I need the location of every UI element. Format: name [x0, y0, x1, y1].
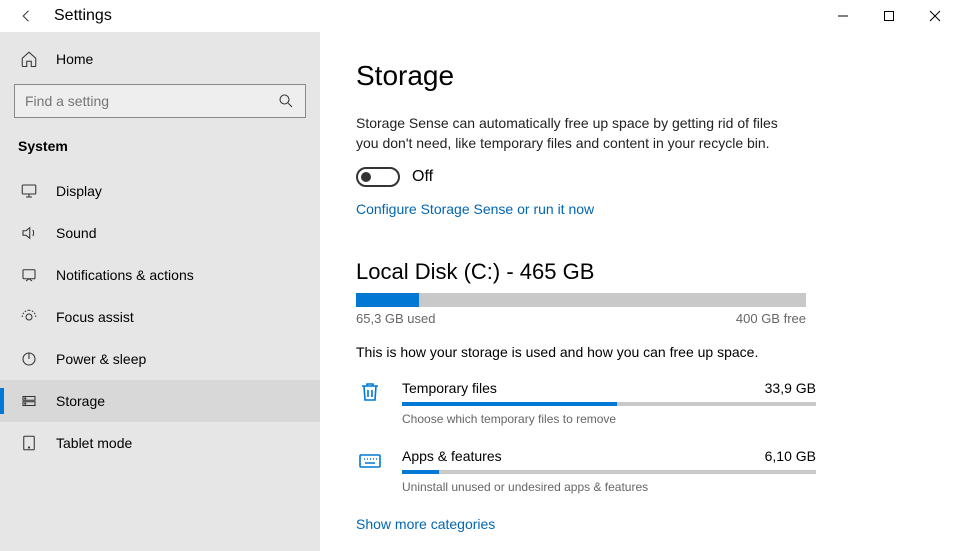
section-label: System: [0, 130, 320, 170]
home-nav[interactable]: Home: [0, 40, 320, 78]
storage-icon: [20, 392, 38, 410]
toggle-knob: [361, 172, 371, 182]
sidebar: Home System Display Sound Notifications …: [0, 32, 320, 551]
sidebar-item-sound[interactable]: Sound: [0, 212, 320, 254]
category-apps-features[interactable]: Apps & features 6,10 GB Uninstall unused…: [356, 448, 816, 494]
disk-title: Local Disk (C:) - 465 GB: [356, 259, 922, 285]
cat-sub: Uninstall unused or undesired apps & fea…: [402, 480, 816, 494]
notifications-icon: [20, 266, 38, 284]
disk-how: This is how your storage is used and how…: [356, 344, 922, 360]
cat-name: Temporary files: [402, 380, 497, 396]
sidebar-item-display[interactable]: Display: [0, 170, 320, 212]
sidebar-item-focus[interactable]: Focus assist: [0, 296, 320, 338]
power-icon: [20, 350, 38, 368]
nav-label: Storage: [56, 393, 105, 409]
cat-bar: [402, 402, 816, 406]
disk-free: 400 GB free: [736, 311, 806, 326]
cat-sub: Choose which temporary files to remove: [402, 412, 816, 426]
toggle-label: Off: [412, 168, 433, 186]
cat-size: 6,10 GB: [765, 448, 816, 464]
page-title: Storage: [356, 60, 922, 92]
storage-sense-desc: Storage Sense can automatically free up …: [356, 114, 796, 153]
trash-icon: [356, 380, 384, 426]
nav-label: Tablet mode: [56, 435, 132, 451]
cat-size: 33,9 GB: [765, 380, 816, 396]
focus-icon: [20, 308, 38, 326]
nav-label: Display: [56, 183, 102, 199]
minimize-button[interactable]: [820, 0, 866, 32]
tablet-icon: [20, 434, 38, 452]
configure-link[interactable]: Configure Storage Sense or run it now: [356, 201, 922, 217]
cat-bar: [402, 470, 816, 474]
disk-usage-fill: [356, 293, 419, 307]
nav-label: Focus assist: [56, 309, 134, 325]
search-input[interactable]: [14, 84, 306, 118]
show-more-link[interactable]: Show more categories: [356, 516, 922, 532]
sidebar-item-power[interactable]: Power & sleep: [0, 338, 320, 380]
nav-label: Sound: [56, 225, 96, 241]
home-icon: [20, 50, 38, 68]
window-title: Settings: [54, 7, 112, 25]
category-temporary-files[interactable]: Temporary files 33,9 GB Choose which tem…: [356, 380, 816, 426]
nav-label: Power & sleep: [56, 351, 146, 367]
close-button[interactable]: [912, 0, 958, 32]
titlebar: Settings: [0, 0, 958, 32]
sidebar-item-notifications[interactable]: Notifications & actions: [0, 254, 320, 296]
disk-used: 65,3 GB used: [356, 311, 436, 326]
nav-label: Notifications & actions: [56, 267, 194, 283]
sound-icon: [20, 224, 38, 242]
cat-name: Apps & features: [402, 448, 502, 464]
keyboard-icon: [356, 448, 384, 494]
sidebar-item-storage[interactable]: Storage: [0, 380, 320, 422]
content: Storage Storage Sense can automatically …: [320, 32, 958, 551]
sidebar-item-tablet[interactable]: Tablet mode: [0, 422, 320, 464]
display-icon: [20, 182, 38, 200]
home-label: Home: [56, 51, 93, 67]
search-icon: [277, 92, 295, 110]
maximize-button[interactable]: [866, 0, 912, 32]
disk-usage-bar: [356, 293, 806, 307]
search-field[interactable]: [25, 93, 269, 109]
back-icon[interactable]: [18, 7, 36, 25]
storage-sense-toggle[interactable]: [356, 167, 400, 187]
